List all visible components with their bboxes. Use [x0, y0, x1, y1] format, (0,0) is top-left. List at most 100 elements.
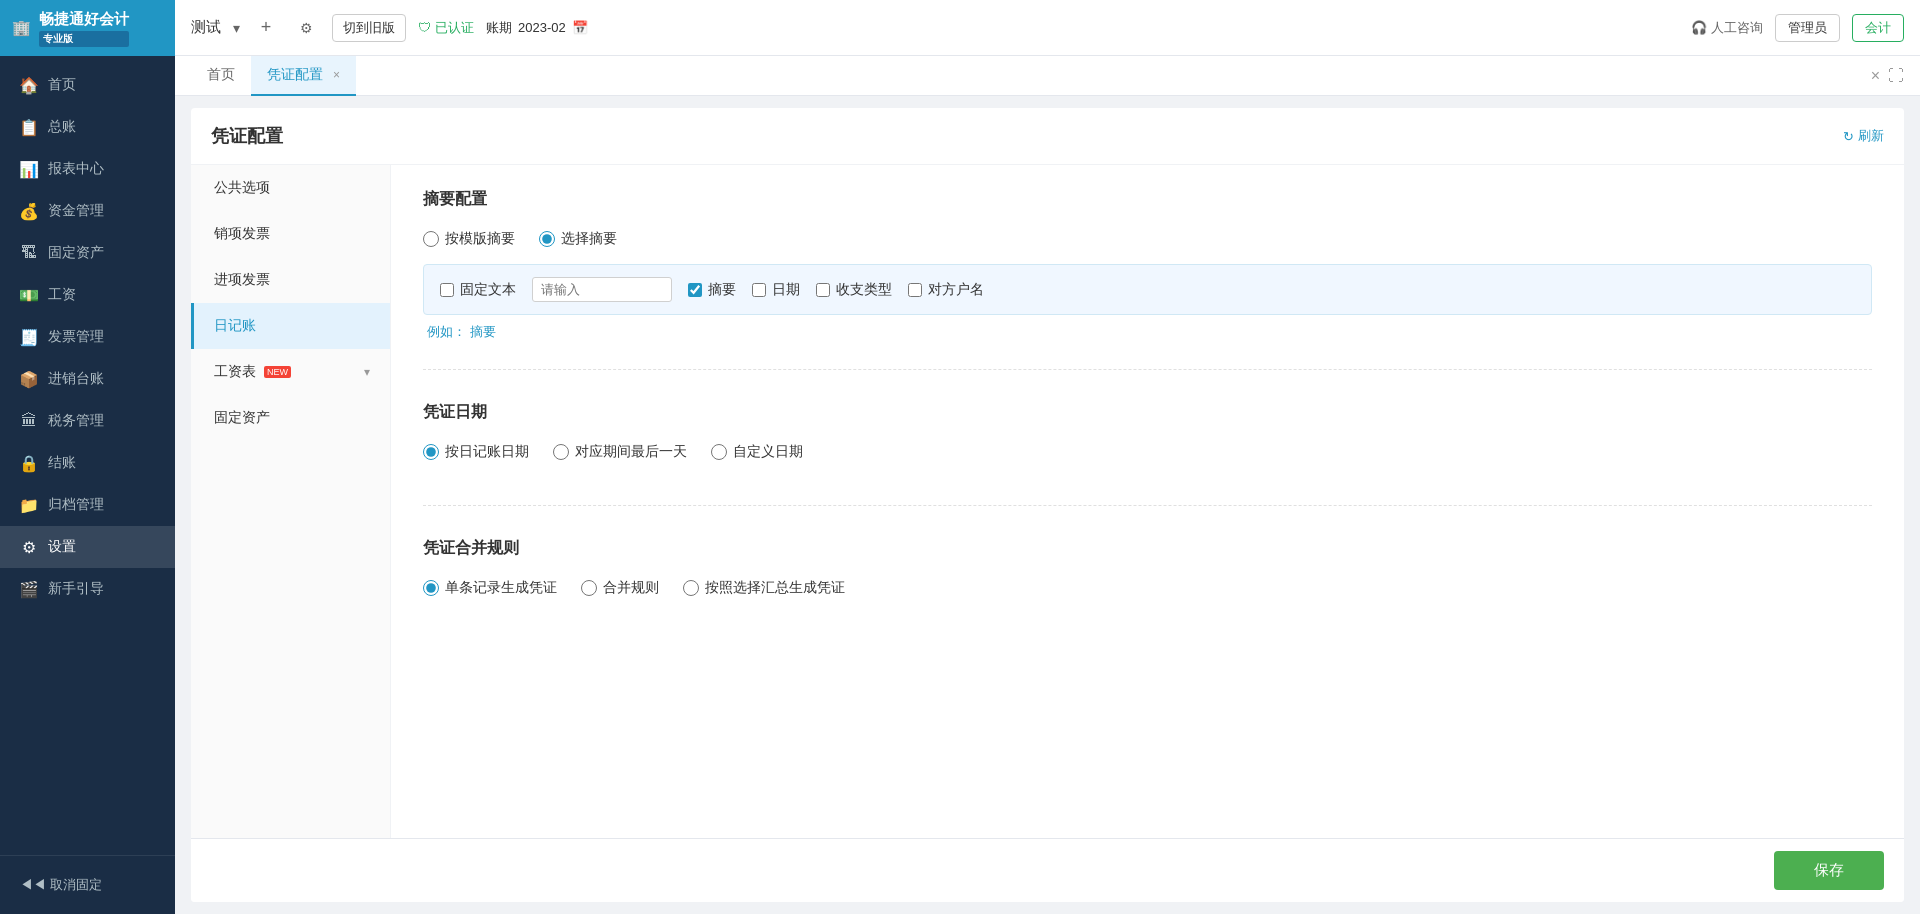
period-label: 账期 — [486, 19, 512, 37]
sidebar-item-invoice[interactable]: 🧾发票管理 — [0, 316, 175, 358]
checkbox-income-type[interactable]: 收支类型 — [816, 281, 892, 299]
sidebar-item-home[interactable]: 🏠首页 — [0, 64, 175, 106]
summary-radio-select[interactable]: 选择摘要 — [539, 230, 617, 248]
refresh-icon: ↻ — [1843, 129, 1854, 144]
merge-radio-select-merge[interactable]: 按照选择汇总生成凭证 — [683, 579, 845, 597]
left-nav-purchase-invoice[interactable]: 进项发票 — [191, 257, 390, 303]
tab-voucher-label: 凭证配置 — [267, 66, 323, 84]
sidebar-item-label: 税务管理 — [48, 412, 104, 430]
tabs-actions: × ⛶ — [1871, 67, 1904, 85]
checkbox-counterpart-input[interactable] — [908, 283, 922, 297]
sidebar-item-reports[interactable]: 📊报表中心 — [0, 148, 175, 190]
tab-close-icon[interactable]: × — [333, 68, 340, 82]
reports-icon: 📊 — [20, 160, 38, 178]
certified-badge: 🛡 已认证 — [418, 19, 474, 37]
save-button[interactable]: 保存 — [1774, 851, 1884, 890]
switch-to-old-button[interactable]: 切到旧版 — [332, 14, 406, 42]
date-radio-period-last[interactable]: 对应期间最后一天 — [553, 443, 687, 461]
sidebar-item-label: 工资 — [48, 286, 76, 304]
cancel-fixed-button[interactable]: ◀◀ 取消固定 — [0, 866, 175, 904]
sidebar-item-tax[interactable]: 🏛 税务管理 — [0, 400, 175, 442]
checkbox-summary-input[interactable] — [688, 283, 702, 297]
refresh-button[interactable]: ↻ 刷新 — [1843, 127, 1884, 145]
refresh-label: 刷新 — [1858, 127, 1884, 145]
admin-button[interactable]: 管理员 — [1775, 14, 1840, 42]
sidebar-item-settings[interactable]: ⚙设置 — [0, 526, 175, 568]
sidebar-item-guide[interactable]: 🎬新手引导 — [0, 568, 175, 610]
left-navigation: 公共选项 销项发票 进项发票 日记账 工资表 NEW — [191, 165, 391, 838]
trade-icon: 📦 — [20, 370, 38, 388]
consult-button[interactable]: 🎧 人工咨询 — [1691, 19, 1763, 37]
summary-radio-template[interactable]: 按模版摘要 — [423, 230, 515, 248]
left-nav-sales-invoice[interactable]: 销项发票 — [191, 211, 390, 257]
date-radio-custom[interactable]: 自定义日期 — [711, 443, 803, 461]
date-radio-group: 按日记账日期 对应期间最后一天 自定义日期 — [423, 443, 1872, 461]
salary-table-chevron: ▾ — [364, 365, 370, 379]
sidebar-item-label: 进销台账 — [48, 370, 104, 388]
close-icon: 🔒 — [20, 454, 38, 472]
date-radio-period-last-input[interactable] — [553, 444, 569, 460]
logo-icon: 🏢 — [12, 19, 31, 37]
expand-tab-button[interactable]: ⛶ — [1888, 67, 1904, 85]
consult-icon: 🎧 — [1691, 20, 1707, 35]
merge-radio-select-merge-input[interactable] — [683, 580, 699, 596]
sidebar-item-assets[interactable]: 🏗 固定资产 — [0, 232, 175, 274]
date-title: 凭证日期 — [423, 402, 1872, 423]
summary-radio-template-input[interactable] — [423, 231, 439, 247]
app-logo: 🏢 畅捷通好会计 专业版 — [0, 0, 175, 56]
sidebar-item-label: 结账 — [48, 454, 76, 472]
accountant-button[interactable]: 会计 — [1852, 14, 1904, 42]
consult-label: 人工咨询 — [1711, 19, 1763, 37]
page-title: 凭证配置 — [211, 124, 1843, 148]
sidebar-item-trade[interactable]: 📦 进销台账 — [0, 358, 175, 400]
merge-radio-single-input[interactable] — [423, 580, 439, 596]
company-dropdown-icon[interactable]: ▾ — [233, 20, 240, 36]
checkbox-counterpart[interactable]: 对方户名 — [908, 281, 984, 299]
sidebar-item-label: 设置 — [48, 538, 76, 556]
new-badge: NEW — [264, 366, 291, 378]
merge-radio-rules-input[interactable] — [581, 580, 597, 596]
close-tab-button[interactable]: × — [1871, 67, 1880, 85]
calendar-icon[interactable]: 📅 — [572, 20, 588, 35]
summary-radio-group: 按模版摘要 选择摘要 — [423, 230, 1872, 248]
date-radio-custom-input[interactable] — [711, 444, 727, 460]
checkbox-date[interactable]: 日期 — [752, 281, 800, 299]
tab-voucher-config[interactable]: 凭证配置 × — [251, 56, 356, 96]
assets-icon: 🏗 — [20, 244, 38, 262]
add-button[interactable]: + — [252, 14, 280, 42]
checkbox-income-type-input[interactable] — [816, 283, 830, 297]
topbar: 测试 ▾ + ⚙ 切到旧版 🛡 已认证 账期 2023-02 📅 🎧 人工咨询 … — [175, 0, 1920, 56]
sidebar-item-close[interactable]: 🔒 结账 — [0, 442, 175, 484]
merge-radio-rules[interactable]: 合并规则 — [581, 579, 659, 597]
fixed-text-input[interactable] — [532, 277, 672, 302]
checkbox-summary[interactable]: 摘要 — [688, 281, 736, 299]
sidebar-item-ledger[interactable]: 📋总账 — [0, 106, 175, 148]
date-radio-journal[interactable]: 按日记账日期 — [423, 443, 529, 461]
example-text: 例如： 摘要 — [423, 323, 1872, 341]
tax-icon: 🏛 — [20, 412, 38, 430]
home-icon: 🏠 — [20, 76, 38, 94]
checkbox-date-input[interactable] — [752, 283, 766, 297]
summary-radio-select-input[interactable] — [539, 231, 555, 247]
tab-home-label: 首页 — [207, 66, 235, 84]
tabs-bar: 首页 凭证配置 × × ⛶ — [175, 56, 1920, 96]
sidebar-item-label: 固定资产 — [48, 244, 104, 262]
settings-icon[interactable]: ⚙ — [292, 14, 320, 42]
checkbox-fixed-text-input[interactable] — [440, 283, 454, 297]
right-content: 摘要配置 按模版摘要 选择摘要 — [391, 165, 1904, 838]
sidebar-item-payroll[interactable]: 💵工资 — [0, 274, 175, 316]
merge-radio-single[interactable]: 单条记录生成凭证 — [423, 579, 557, 597]
sidebar-item-archive[interactable]: 📁归档管理 — [0, 484, 175, 526]
sidebar-item-cash[interactable]: 💰资金管理 — [0, 190, 175, 232]
date-radio-journal-input[interactable] — [423, 444, 439, 460]
sidebar-item-label: 发票管理 — [48, 328, 104, 346]
left-nav-public[interactable]: 公共选项 — [191, 165, 390, 211]
tab-home[interactable]: 首页 — [191, 56, 251, 96]
left-nav-salary-table[interactable]: 工资表 NEW ▾ — [191, 349, 390, 395]
summary-title: 摘要配置 — [423, 189, 1872, 210]
archive-icon: 📁 — [20, 496, 38, 514]
left-nav-fixed-assets[interactable]: 固定资产 — [191, 395, 390, 441]
checkbox-fixed-text[interactable]: 固定文本 — [440, 281, 516, 299]
left-nav-journal[interactable]: 日记账 — [191, 303, 390, 349]
merge-radio-group: 单条记录生成凭证 合并规则 按照选择汇总生成凭证 — [423, 579, 1872, 597]
